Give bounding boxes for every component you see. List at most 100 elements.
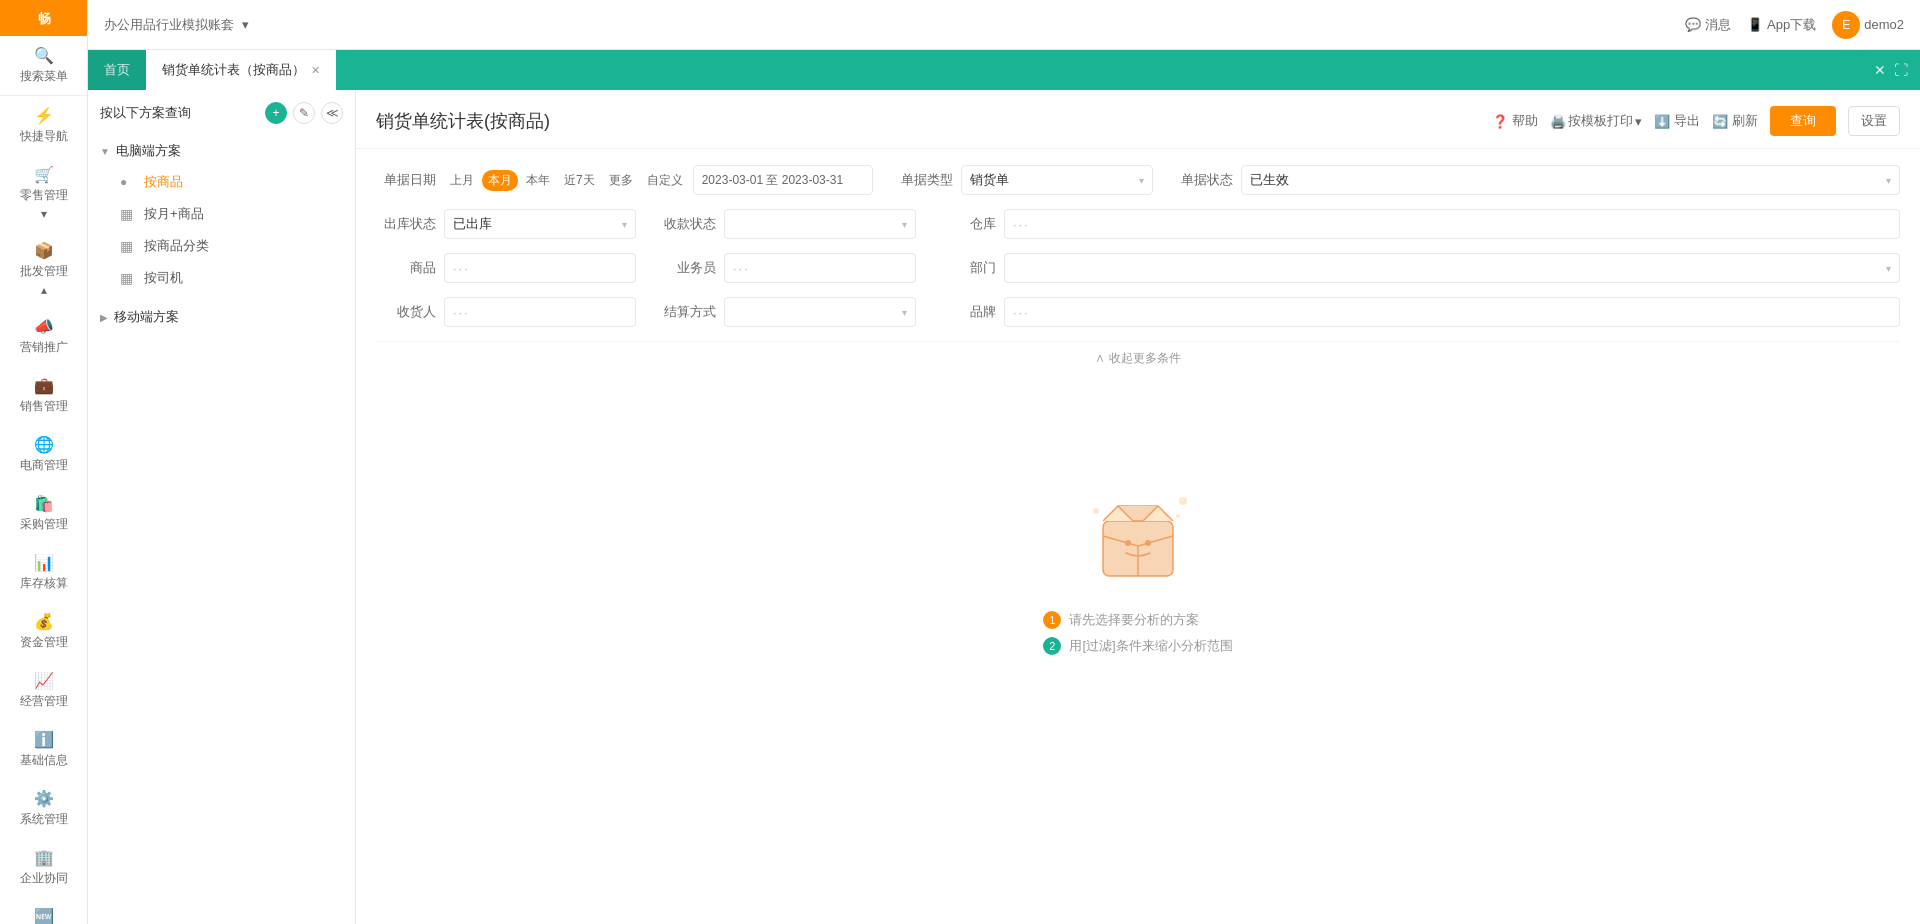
salesperson-label: 业务员: [656, 259, 716, 277]
filter-item-by-printer[interactable]: ▦ 按司机: [88, 262, 355, 294]
sidebar-item-search[interactable]: 🔍 搜索菜单: [0, 36, 87, 96]
doc-status-input[interactable]: 已生效 ▾: [1241, 165, 1900, 195]
filter-section-mobile: ▶ 移动端方案: [88, 298, 355, 336]
field-warehouse: 仓库 ···: [936, 209, 1900, 239]
user-name: demo2: [1864, 17, 1904, 32]
warehouse-input[interactable]: ···: [1004, 209, 1900, 239]
tab-sales-stats[interactable]: 销货单统计表（按商品） ✕: [146, 50, 336, 90]
top-header: 办公用品行业模拟账套 ▾ 💬 消息 📱 App下载 E demo2: [88, 0, 1920, 50]
sidebar-item-purchase[interactable]: 🛍️ 采购管理: [0, 484, 87, 543]
settlement-label: 结算方式: [656, 303, 716, 321]
sidebar-item-wholesale[interactable]: 📦 批发管理 ▴: [0, 231, 87, 307]
sidebar-item-retail[interactable]: 🛒 零售管理 ▾: [0, 155, 87, 231]
user-menu[interactable]: E demo2: [1832, 11, 1904, 39]
sidebar-item-ecommerce[interactable]: 🌐 电商管理: [0, 425, 87, 484]
finance-icon: 💰: [34, 612, 54, 631]
doc-status-value: 已生效: [1250, 171, 1289, 189]
sidebar-item-enterprise[interactable]: 🏢 企业协同: [0, 838, 87, 897]
help-button[interactable]: ❓ 帮助: [1492, 112, 1538, 130]
tab-home-label: 首页: [104, 61, 130, 79]
query-button[interactable]: 查询: [1770, 106, 1836, 136]
message-button[interactable]: 💬 消息: [1685, 16, 1731, 34]
svg-point-8: [1179, 497, 1187, 505]
sidebar-inventory-label: 库存核算: [20, 575, 68, 592]
filter-row-3: 商品 ··· 业务员 ··· 部门: [376, 253, 1900, 283]
date-range-input[interactable]: 2023-03-01 至 2023-03-31: [693, 165, 873, 195]
refresh-button[interactable]: 🔄 刷新: [1712, 112, 1758, 130]
date-btn-this-year[interactable]: 本年: [520, 170, 556, 191]
content-wrapper: 按以下方案查询 + ✎ ≪ ▼ 电脑端方案 ● 按商品 ▦ 按月: [88, 90, 1920, 924]
department-dropdown-icon: ▾: [1886, 263, 1891, 274]
filter-header-title: 按以下方案查询: [100, 104, 191, 122]
section-arrow-icon: ▼: [100, 146, 110, 157]
logo[interactable]: 畅: [0, 0, 87, 36]
add-scheme-button[interactable]: +: [265, 102, 287, 124]
sidebar-item-operations[interactable]: 📈 经营管理: [0, 661, 87, 720]
filter-item-printer-label: 按司机: [144, 269, 183, 287]
product-input[interactable]: ···: [444, 253, 636, 283]
print-button[interactable]: 🖨️ 按模板打印 ▾: [1550, 112, 1642, 130]
doc-type-dropdown-icon: ▾: [1139, 175, 1144, 186]
settings-button[interactable]: 设置: [1848, 106, 1900, 136]
page-title-bar: 销货单统计表(按商品) ❓ 帮助 🖨️ 按模板打印 ▾ ⬇️ 导出: [356, 90, 1920, 149]
sidebar-item-basic[interactable]: ℹ️ 基础信息: [0, 720, 87, 779]
date-btn-custom[interactable]: 自定义: [641, 170, 689, 191]
date-btn-more[interactable]: 更多: [603, 170, 639, 191]
payment-status-input[interactable]: ▾: [724, 209, 916, 239]
edit-scheme-button[interactable]: ✎: [293, 102, 315, 124]
close-window-icon[interactable]: ✕: [1874, 62, 1886, 78]
salesperson-input[interactable]: ···: [724, 253, 916, 283]
sidebar-sales-label: 销售管理: [20, 398, 68, 415]
doc-type-input[interactable]: 销货单 ▾: [961, 165, 1153, 195]
date-label: 单据日期: [376, 171, 436, 189]
export-button[interactable]: ⬇️ 导出: [1654, 112, 1700, 130]
main-area: 办公用品行业模拟账套 ▾ 💬 消息 📱 App下载 E demo2: [88, 0, 1920, 924]
svg-point-7: [1176, 514, 1180, 518]
sidebar-item-guide[interactable]: 🆕 新手引导: [0, 897, 87, 924]
date-btn-last-month[interactable]: 上月: [444, 170, 480, 191]
out-status-dropdown-icon: ▾: [622, 219, 627, 230]
filter-section-pc-header[interactable]: ▼ 电脑端方案: [88, 136, 355, 166]
filter-item-by-month-product[interactable]: ▦ 按月+商品: [88, 198, 355, 230]
sidebar-item-finance[interactable]: 💰 资金管理: [0, 602, 87, 661]
sidebar-finance-label: 资金管理: [20, 634, 68, 651]
filter-section-mobile-header[interactable]: ▶ 移动端方案: [88, 302, 355, 332]
date-btn-7days[interactable]: 近7天: [558, 170, 601, 191]
payment-status-dropdown-icon: ▾: [902, 219, 907, 230]
collapse-sidebar-button[interactable]: ≪: [321, 102, 343, 124]
settlement-input[interactable]: ▾: [724, 297, 916, 327]
sales-icon: 💼: [34, 376, 54, 395]
collapse-conditions-button[interactable]: ∧ 收起更多条件: [376, 341, 1900, 375]
recipient-placeholder: ···: [453, 305, 470, 320]
help-icon: ❓: [1492, 114, 1508, 129]
header-right: 💬 消息 📱 App下载 E demo2: [1685, 11, 1904, 39]
inventory-icon: 📊: [34, 553, 54, 572]
field-product: 商品 ···: [376, 253, 636, 283]
tab-close-icon[interactable]: ✕: [311, 64, 320, 77]
department-input[interactable]: ▾: [1004, 253, 1900, 283]
mobile-section-arrow-icon: ▶: [100, 312, 108, 323]
recipient-input[interactable]: ···: [444, 297, 636, 327]
maximize-icon[interactable]: ⛶: [1894, 62, 1908, 78]
brand-input[interactable]: ···: [1004, 297, 1900, 327]
sidebar-item-inventory[interactable]: 📊 库存核算: [0, 543, 87, 602]
filter-item-by-category[interactable]: ▦ 按商品分类: [88, 230, 355, 262]
settlement-dropdown-icon: ▾: [902, 307, 907, 318]
filter-section-mobile-title: 移动端方案: [114, 308, 179, 326]
date-btn-this-month[interactable]: 本月: [482, 170, 518, 191]
sidebar-item-quicknav[interactable]: ⚡ 快捷导航: [0, 96, 87, 155]
header-dropdown[interactable]: ▾: [242, 17, 249, 32]
out-status-input[interactable]: 已出库 ▾: [444, 209, 636, 239]
filter-form: 单据日期 上月 本月 本年 近7天 更多 自定义 2023-: [356, 149, 1920, 391]
warehouse-placeholder: ···: [1013, 217, 1030, 232]
message-icon: 💬: [1685, 17, 1701, 32]
sidebar-item-sales[interactable]: 💼 销售管理: [0, 366, 87, 425]
sidebar-item-marketing[interactable]: 📣 营销推广: [0, 307, 87, 366]
field-brand: 品牌 ···: [936, 297, 1900, 327]
tab-home[interactable]: 首页: [88, 50, 146, 90]
main-panel: 销货单统计表(按商品) ❓ 帮助 🖨️ 按模板打印 ▾ ⬇️ 导出: [356, 90, 1920, 924]
filter-item-by-product[interactable]: ● 按商品: [88, 166, 355, 198]
app-download-button[interactable]: 📱 App下载: [1747, 16, 1816, 34]
sidebar-item-system[interactable]: ⚙️ 系统管理: [0, 779, 87, 838]
sidebar-marketing-label: 营销推广: [20, 339, 68, 356]
